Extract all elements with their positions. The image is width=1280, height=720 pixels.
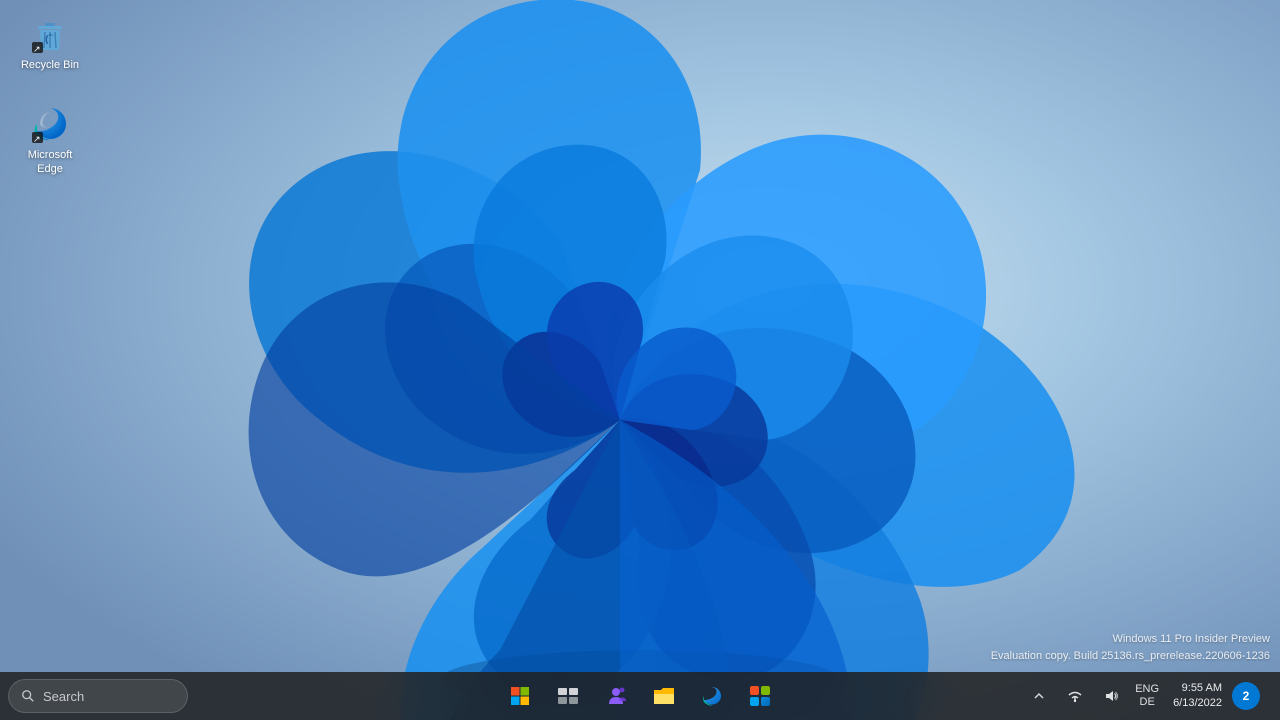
show-hidden-icons-button[interactable]: [1023, 680, 1055, 712]
chevron-up-icon: [1031, 688, 1047, 704]
svg-text:↗: ↗: [33, 134, 41, 144]
start-button[interactable]: [498, 674, 542, 718]
notification-count: 2: [1243, 689, 1250, 703]
search-label: Search: [43, 689, 84, 704]
volume-button[interactable]: [1095, 680, 1127, 712]
store-icon: [748, 684, 772, 708]
show-desktop-button[interactable]: [1264, 674, 1272, 718]
recycle-bin-label: Recycle Bin: [21, 58, 79, 72]
store-button[interactable]: [738, 674, 782, 718]
clock-date: 6/13/2022: [1173, 696, 1222, 711]
svg-text:↗: ↗: [33, 44, 41, 54]
taskbar-center: [498, 674, 782, 718]
desktop-wallpaper: [0, 0, 1280, 720]
task-view-button[interactable]: [546, 674, 590, 718]
microsoft-edge-icon[interactable]: ↗ Microsoft Edge: [10, 100, 90, 181]
task-view-icon: [556, 684, 580, 708]
edge-label: Microsoft Edge: [14, 148, 86, 177]
clock-time: 9:55 AM: [1182, 681, 1222, 696]
taskbar: Search: [0, 672, 1280, 720]
teams-button[interactable]: [594, 674, 638, 718]
search-box[interactable]: Search: [8, 679, 188, 713]
search-icon: [21, 689, 35, 703]
volume-icon: [1103, 688, 1119, 704]
desktop: ↗ Recycle Bin: [0, 0, 1280, 720]
windows-logo-icon: [508, 684, 532, 708]
notification-button[interactable]: 2: [1232, 682, 1260, 710]
edge-image: ↗: [30, 104, 70, 144]
language-line1: ENG: [1135, 683, 1159, 696]
edge-taskbar-button[interactable]: [690, 674, 734, 718]
network-icon: [1067, 688, 1083, 704]
edge-taskbar-icon: [700, 684, 724, 708]
network-button[interactable]: [1059, 680, 1091, 712]
language-button[interactable]: ENG DE: [1131, 676, 1163, 716]
language-line2: DE: [1140, 696, 1155, 709]
recycle-bin-icon[interactable]: ↗ Recycle Bin: [10, 10, 90, 76]
clock-button[interactable]: 9:55 AM 6/13/2022: [1167, 676, 1228, 716]
teams-icon: [604, 684, 628, 708]
taskbar-right: ENG DE 9:55 AM 6/13/2022 2: [1023, 674, 1272, 718]
file-explorer-button[interactable]: [642, 674, 686, 718]
recycle-bin-image: ↗: [30, 14, 70, 54]
file-explorer-icon: [652, 684, 676, 708]
